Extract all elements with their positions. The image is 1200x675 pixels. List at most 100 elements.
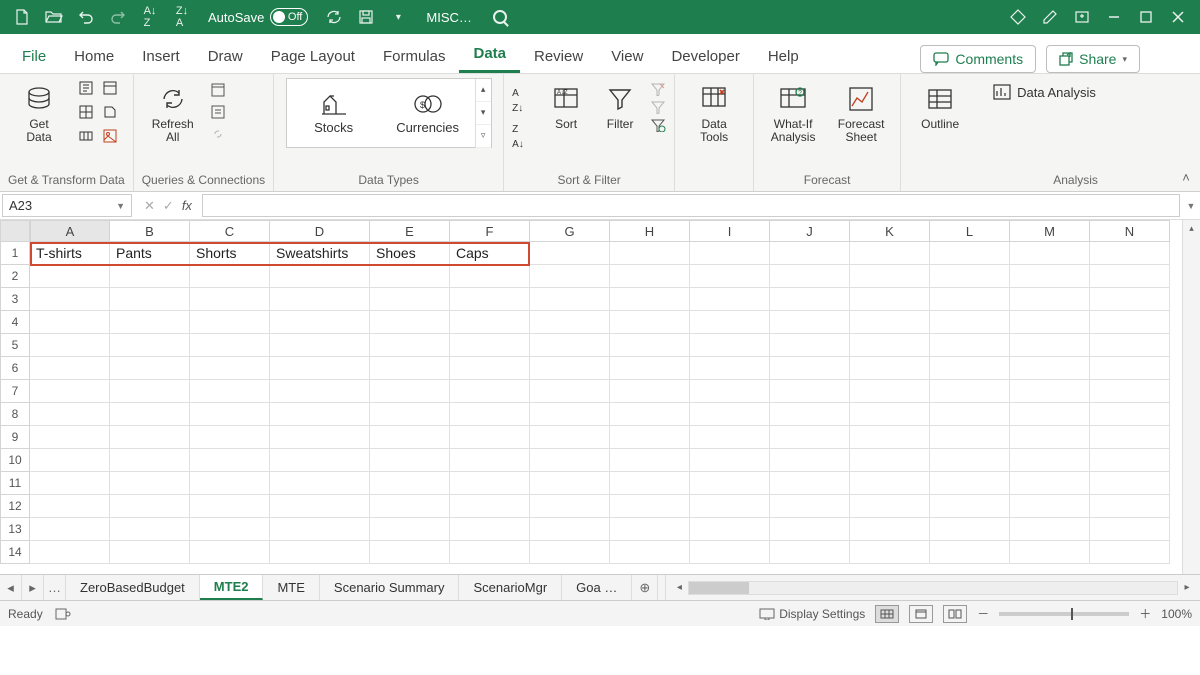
sheet-nav-prev-icon[interactable]: ◂ (0, 575, 22, 600)
cell[interactable] (30, 403, 110, 426)
cell[interactable] (1090, 242, 1170, 265)
recent-sources-icon[interactable] (100, 102, 120, 122)
currencies-button[interactable]: $ Currencies (381, 92, 475, 135)
view-normal-icon[interactable] (875, 605, 899, 623)
cell[interactable] (30, 288, 110, 311)
cell[interactable] (690, 449, 770, 472)
cell[interactable] (110, 426, 190, 449)
cell[interactable] (30, 334, 110, 357)
account-icon[interactable] (1153, 46, 1179, 72)
cell[interactable] (930, 449, 1010, 472)
row-header[interactable]: 9 (0, 426, 30, 449)
refresh-all-button[interactable]: Refresh All (142, 78, 204, 148)
cell[interactable] (690, 426, 770, 449)
cell[interactable] (530, 403, 610, 426)
cell[interactable] (1090, 265, 1170, 288)
data-analysis-button[interactable]: Data Analysis (987, 78, 1102, 106)
sheet-tab[interactable]: MTE (263, 575, 319, 600)
edit-links-icon[interactable] (210, 126, 226, 142)
cell[interactable] (30, 541, 110, 564)
cell[interactable] (930, 265, 1010, 288)
cell[interactable] (930, 541, 1010, 564)
cell[interactable] (370, 449, 450, 472)
open-file-icon[interactable] (41, 4, 67, 30)
cell[interactable] (850, 472, 930, 495)
forecast-sheet-button[interactable]: Forecast Sheet (830, 78, 892, 148)
cell[interactable] (690, 288, 770, 311)
cell[interactable] (850, 242, 930, 265)
cell[interactable] (190, 357, 270, 380)
display-settings-button[interactable]: Display Settings (759, 607, 865, 621)
cell[interactable] (190, 518, 270, 541)
cell[interactable] (270, 380, 370, 403)
cell[interactable] (1010, 426, 1090, 449)
cell[interactable] (370, 288, 450, 311)
tab-help[interactable]: Help (754, 42, 813, 73)
cell[interactable] (770, 311, 850, 334)
column-header[interactable]: C (190, 220, 270, 242)
cell[interactable] (850, 518, 930, 541)
cell[interactable] (190, 288, 270, 311)
cell[interactable] (370, 495, 450, 518)
new-file-icon[interactable] (9, 4, 35, 30)
cell[interactable] (690, 495, 770, 518)
cell[interactable] (530, 288, 610, 311)
cell[interactable] (530, 449, 610, 472)
cell[interactable] (1010, 495, 1090, 518)
sort-desc-button[interactable]: ZA↓ (512, 120, 536, 150)
cell[interactable] (1090, 311, 1170, 334)
cell[interactable] (370, 472, 450, 495)
outline-button[interactable]: Outline (909, 78, 971, 135)
cell[interactable]: Caps (450, 242, 530, 265)
cell[interactable] (1090, 495, 1170, 518)
row-header[interactable]: 11 (0, 472, 30, 495)
cell[interactable] (450, 357, 530, 380)
cell[interactable] (770, 334, 850, 357)
column-header[interactable]: I (690, 220, 770, 242)
tab-page-layout[interactable]: Page Layout (257, 42, 369, 73)
hscroll-thumb[interactable] (689, 582, 749, 594)
cell[interactable] (270, 518, 370, 541)
sort-asc-button[interactable]: AZ↓ (512, 84, 536, 114)
cell[interactable] (1090, 380, 1170, 403)
row-header[interactable]: 5 (0, 334, 30, 357)
cell[interactable] (1090, 518, 1170, 541)
sheet-nav-overflow[interactable]: … (44, 575, 66, 600)
cell[interactable] (270, 541, 370, 564)
cell[interactable] (110, 380, 190, 403)
cell[interactable] (930, 472, 1010, 495)
cell[interactable] (770, 380, 850, 403)
cell[interactable] (30, 380, 110, 403)
sheet-tab[interactable]: Goa … (562, 575, 632, 600)
minimize-icon[interactable] (1101, 4, 1127, 30)
cell[interactable] (770, 541, 850, 564)
cell[interactable]: Shoes (370, 242, 450, 265)
scroll-up-icon[interactable]: ▴ (1183, 220, 1200, 236)
cell[interactable] (1090, 357, 1170, 380)
column-header[interactable]: H (610, 220, 690, 242)
cell[interactable] (190, 495, 270, 518)
reapply-filter-icon[interactable] (650, 100, 666, 114)
column-header[interactable]: L (930, 220, 1010, 242)
cell[interactable] (110, 311, 190, 334)
clear-filter-icon[interactable] (650, 82, 666, 96)
zoom-slider[interactable] (999, 612, 1129, 616)
sheet-tab[interactable]: ScenarioMgr (459, 575, 562, 600)
cell[interactable] (370, 380, 450, 403)
cell[interactable] (450, 265, 530, 288)
advanced-filter-icon[interactable] (650, 118, 666, 132)
cell[interactable] (110, 541, 190, 564)
cell[interactable] (1090, 449, 1170, 472)
cell[interactable] (110, 334, 190, 357)
cell[interactable] (190, 449, 270, 472)
from-web-icon[interactable] (100, 78, 120, 98)
cell[interactable] (190, 265, 270, 288)
cell[interactable] (1090, 426, 1170, 449)
cell[interactable] (30, 265, 110, 288)
column-header[interactable]: M (1010, 220, 1090, 242)
cell[interactable] (690, 242, 770, 265)
cell[interactable] (190, 426, 270, 449)
collapse-ribbon-icon[interactable]: ˄ (1172, 74, 1200, 191)
existing-conn-icon[interactable] (76, 126, 96, 146)
horizontal-scrollbar[interactable]: ◂ ▸ (666, 575, 1200, 600)
